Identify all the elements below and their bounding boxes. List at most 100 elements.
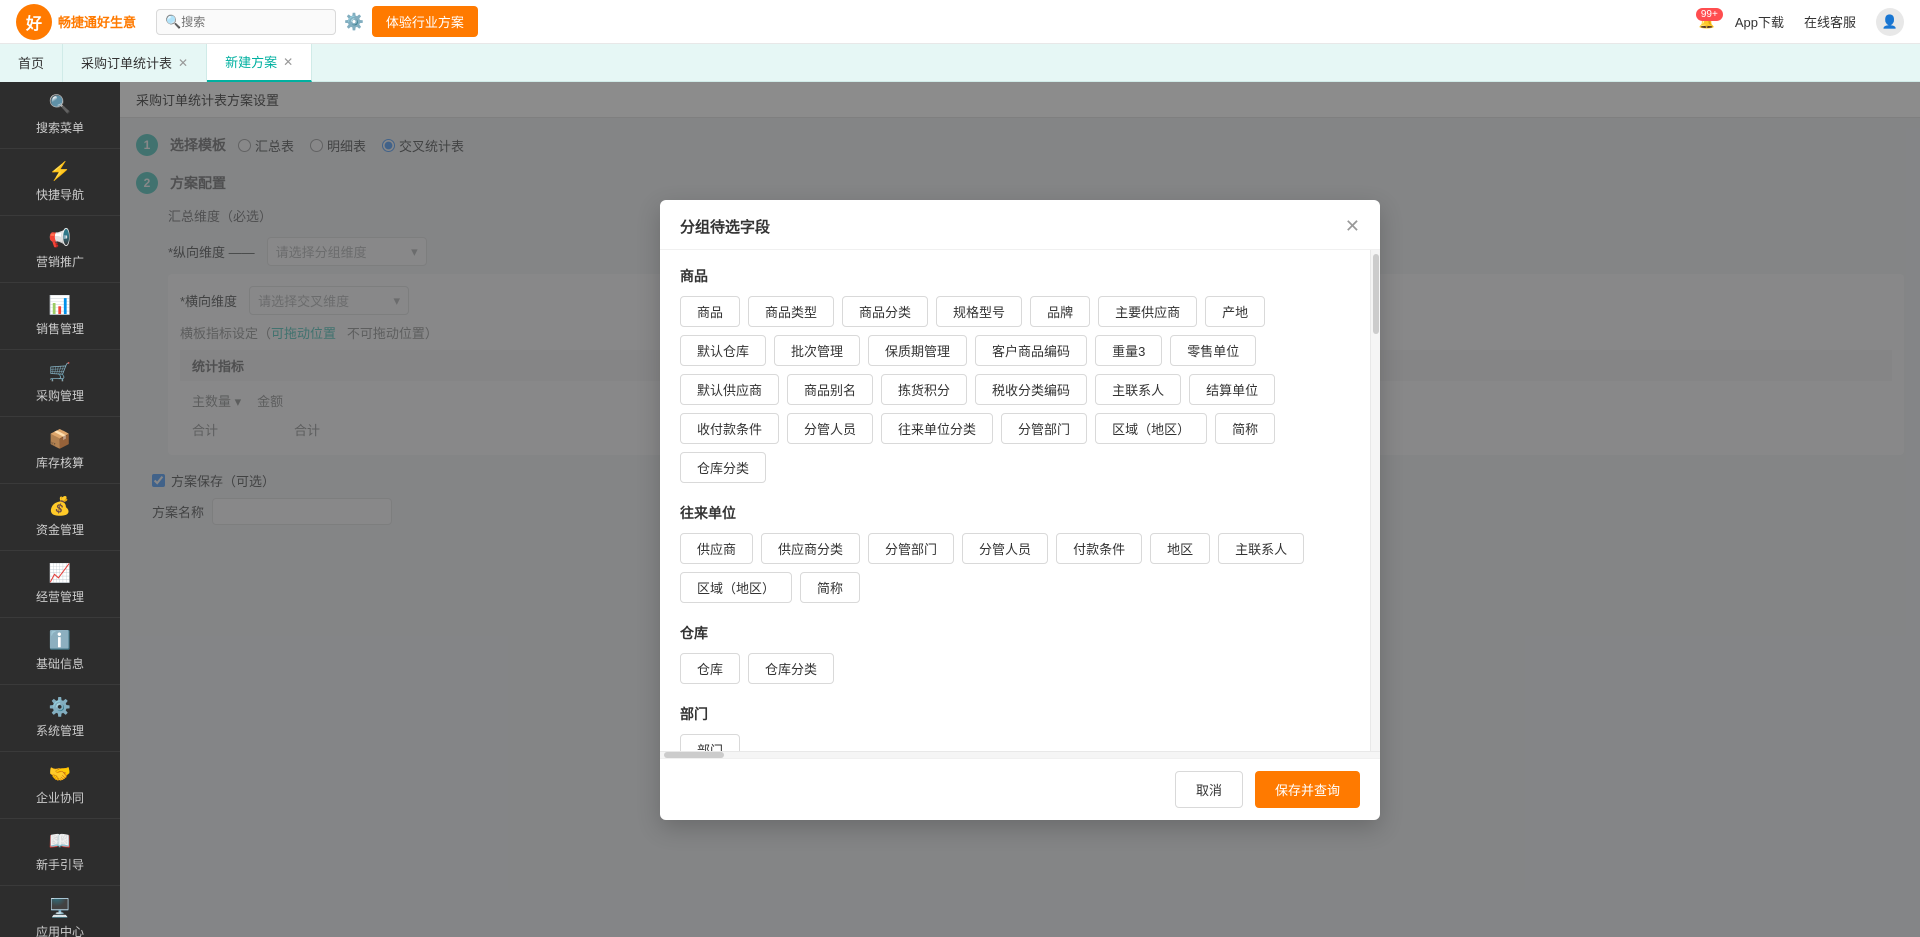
dialog-title: 分组待选字段	[680, 216, 770, 237]
tag-supervisor[interactable]: 分管人员	[787, 413, 873, 444]
tag-supervisor2[interactable]: 分管人员	[962, 533, 1048, 564]
tag-retail-unit[interactable]: 零售单位	[1170, 335, 1256, 366]
sidebar-item-guide[interactable]: 📖 新手引导	[0, 819, 120, 886]
app-download-link[interactable]: App下载	[1735, 12, 1784, 31]
sidebar-item-guide-label: 新手引导	[36, 856, 84, 873]
sidebar-item-info[interactable]: ℹ️ 基础信息	[0, 618, 120, 685]
tag-region2[interactable]: 区域（地区）	[680, 572, 792, 603]
sidebar-item-quicknav-label: 快捷导航	[36, 186, 84, 203]
sidebar: 🔍 搜索菜单 ⚡ 快捷导航 📢 营销推广 📊 销售管理 🛒 采购管理 📦 库存核…	[0, 82, 120, 937]
sidebar-item-purchase[interactable]: 🛒 采购管理	[0, 350, 120, 417]
tag-default-warehouse[interactable]: 默认仓库	[680, 335, 766, 366]
experience-button[interactable]: 体验行业方案	[372, 6, 478, 37]
tag-product[interactable]: 商品	[680, 296, 740, 327]
tag-brand[interactable]: 品牌	[1030, 296, 1090, 327]
info-icon: ℹ️	[49, 630, 71, 651]
tag-main-contact2[interactable]: 主联系人	[1218, 533, 1304, 564]
tag-dept[interactable]: 部门	[680, 734, 740, 751]
sidebar-item-apps[interactable]: 🖥️ 应用中心	[0, 886, 120, 937]
notification-badge: 99+	[1696, 8, 1723, 21]
dialog-footer: 取消 保存并查询	[660, 758, 1380, 820]
tag-supplier[interactable]: 供应商	[680, 533, 753, 564]
sidebar-item-quicknav[interactable]: ⚡ 快捷导航	[0, 149, 120, 216]
logo-icon: 好	[16, 4, 52, 40]
tag-product-alias[interactable]: 商品别名	[787, 374, 873, 405]
tag-batch-mgmt[interactable]: 批次管理	[774, 335, 860, 366]
notification-area[interactable]: 🔔 99+	[1699, 14, 1715, 30]
gear-button[interactable]: ⚙️	[344, 12, 364, 32]
search-input[interactable]	[181, 15, 311, 29]
warehouse-tags: 仓库 仓库分类	[680, 653, 1350, 684]
tab-new-plan-close[interactable]: ✕	[283, 55, 293, 69]
tag-spec-model[interactable]: 规格型号	[936, 296, 1022, 327]
search-box[interactable]: 🔍	[156, 9, 336, 35]
tag-payment-terms[interactable]: 收付款条件	[680, 413, 779, 444]
tag-product-type[interactable]: 商品类型	[748, 296, 834, 327]
tag-payment-cond[interactable]: 付款条件	[1056, 533, 1142, 564]
sidebar-item-apps-label: 应用中心	[36, 923, 84, 937]
tab-new-plan[interactable]: 新建方案 ✕	[207, 44, 312, 82]
tag-short-name[interactable]: 简称	[1215, 413, 1275, 444]
tag-product-category[interactable]: 商品分类	[842, 296, 928, 327]
dialog-save-button[interactable]: 保存并查询	[1255, 771, 1360, 808]
tag-dept-mgmt2[interactable]: 分管部门	[868, 533, 954, 564]
tab-home[interactable]: 首页	[0, 44, 63, 82]
sidebar-item-sales-label: 销售管理	[36, 320, 84, 337]
dialog-h-scrollbar[interactable]	[660, 751, 1380, 758]
purchase-icon: 🛒	[49, 362, 71, 383]
tag-short-name2[interactable]: 简称	[800, 572, 860, 603]
tag-partner-category[interactable]: 往来单位分类	[881, 413, 993, 444]
tag-weight[interactable]: 重量3	[1095, 335, 1162, 366]
tag-region[interactable]: 区域（地区）	[1095, 413, 1207, 444]
sidebar-item-inventory-label: 库存核算	[36, 454, 84, 471]
tag-dept-mgmt[interactable]: 分管部门	[1001, 413, 1087, 444]
user-avatar[interactable]: 👤	[1876, 8, 1904, 36]
dept-tags: 部门	[680, 734, 1350, 751]
sidebar-item-marketing[interactable]: 📢 营销推广	[0, 216, 120, 283]
tag-area[interactable]: 地区	[1150, 533, 1210, 564]
top-bar: 好 畅捷通好生意 🔍 ⚙️ 体验行业方案 🔔 99+ App下载 在线客服 👤	[0, 0, 1920, 44]
tag-customer-code[interactable]: 客户商品编码	[975, 335, 1087, 366]
collab-icon: 🤝	[49, 764, 71, 785]
search-icon: 🔍	[49, 94, 71, 115]
sidebar-item-system[interactable]: ⚙️ 系统管理	[0, 685, 120, 752]
tag-warehouse-category[interactable]: 仓库分类	[680, 452, 766, 483]
apps-icon: 🖥️	[49, 898, 71, 919]
dialog-close-button[interactable]: ✕	[1345, 216, 1360, 237]
tab-purchase-stats-close[interactable]: ✕	[178, 56, 188, 70]
tag-warehouse-cat[interactable]: 仓库分类	[748, 653, 834, 684]
tag-pick-points[interactable]: 拣货积分	[881, 374, 967, 405]
tag-main-supplier[interactable]: 主要供应商	[1098, 296, 1197, 327]
tag-warehouse[interactable]: 仓库	[680, 653, 740, 684]
sidebar-item-collab[interactable]: 🤝 企业协同	[0, 752, 120, 819]
sidebar-item-operation-label: 经营管理	[36, 588, 84, 605]
online-service-link[interactable]: 在线客服	[1804, 12, 1856, 31]
tag-tax-code[interactable]: 税收分类编码	[975, 374, 1087, 405]
goods-tags: 商品 商品类型 商品分类 规格型号 品牌 主要供应商 产地 默认仓库 批次管理 …	[680, 296, 1350, 483]
inventory-icon: 📦	[49, 429, 71, 450]
section-warehouse-title: 仓库	[680, 623, 1350, 643]
tag-supplier-category[interactable]: 供应商分类	[761, 533, 860, 564]
tag-main-contact[interactable]: 主联系人	[1095, 374, 1181, 405]
section-warehouse: 仓库 仓库 仓库分类	[680, 623, 1350, 684]
sidebar-item-finance[interactable]: 💰 资金管理	[0, 484, 120, 551]
tag-default-supplier[interactable]: 默认供应商	[680, 374, 779, 405]
tag-settlement-unit[interactable]: 结算单位	[1189, 374, 1275, 405]
sidebar-item-sales[interactable]: 📊 销售管理	[0, 283, 120, 350]
sidebar-item-search[interactable]: 🔍 搜索菜单	[0, 82, 120, 149]
section-dept: 部门 部门	[680, 704, 1350, 751]
tab-purchase-stats[interactable]: 采购订单统计表 ✕	[63, 44, 207, 82]
dialog-scrollbar[interactable]	[1370, 250, 1380, 751]
scrollbar-thumb	[1373, 254, 1379, 334]
dialog-cancel-button[interactable]: 取消	[1175, 771, 1243, 808]
sidebar-item-inventory[interactable]: 📦 库存核算	[0, 417, 120, 484]
section-goods-title: 商品	[680, 266, 1350, 286]
sidebar-item-operation[interactable]: 📈 经营管理	[0, 551, 120, 618]
tag-expiry-mgmt[interactable]: 保质期管理	[868, 335, 967, 366]
tag-origin[interactable]: 产地	[1205, 296, 1265, 327]
dialog-header: 分组待选字段 ✕	[660, 200, 1380, 250]
marketing-icon: 📢	[49, 228, 71, 249]
partner-tags: 供应商 供应商分类 分管部门 分管人员 付款条件 地区 主联系人 区域（地区） …	[680, 533, 1350, 603]
tab-home-label: 首页	[18, 53, 44, 72]
tab-new-plan-label: 新建方案	[225, 52, 277, 71]
